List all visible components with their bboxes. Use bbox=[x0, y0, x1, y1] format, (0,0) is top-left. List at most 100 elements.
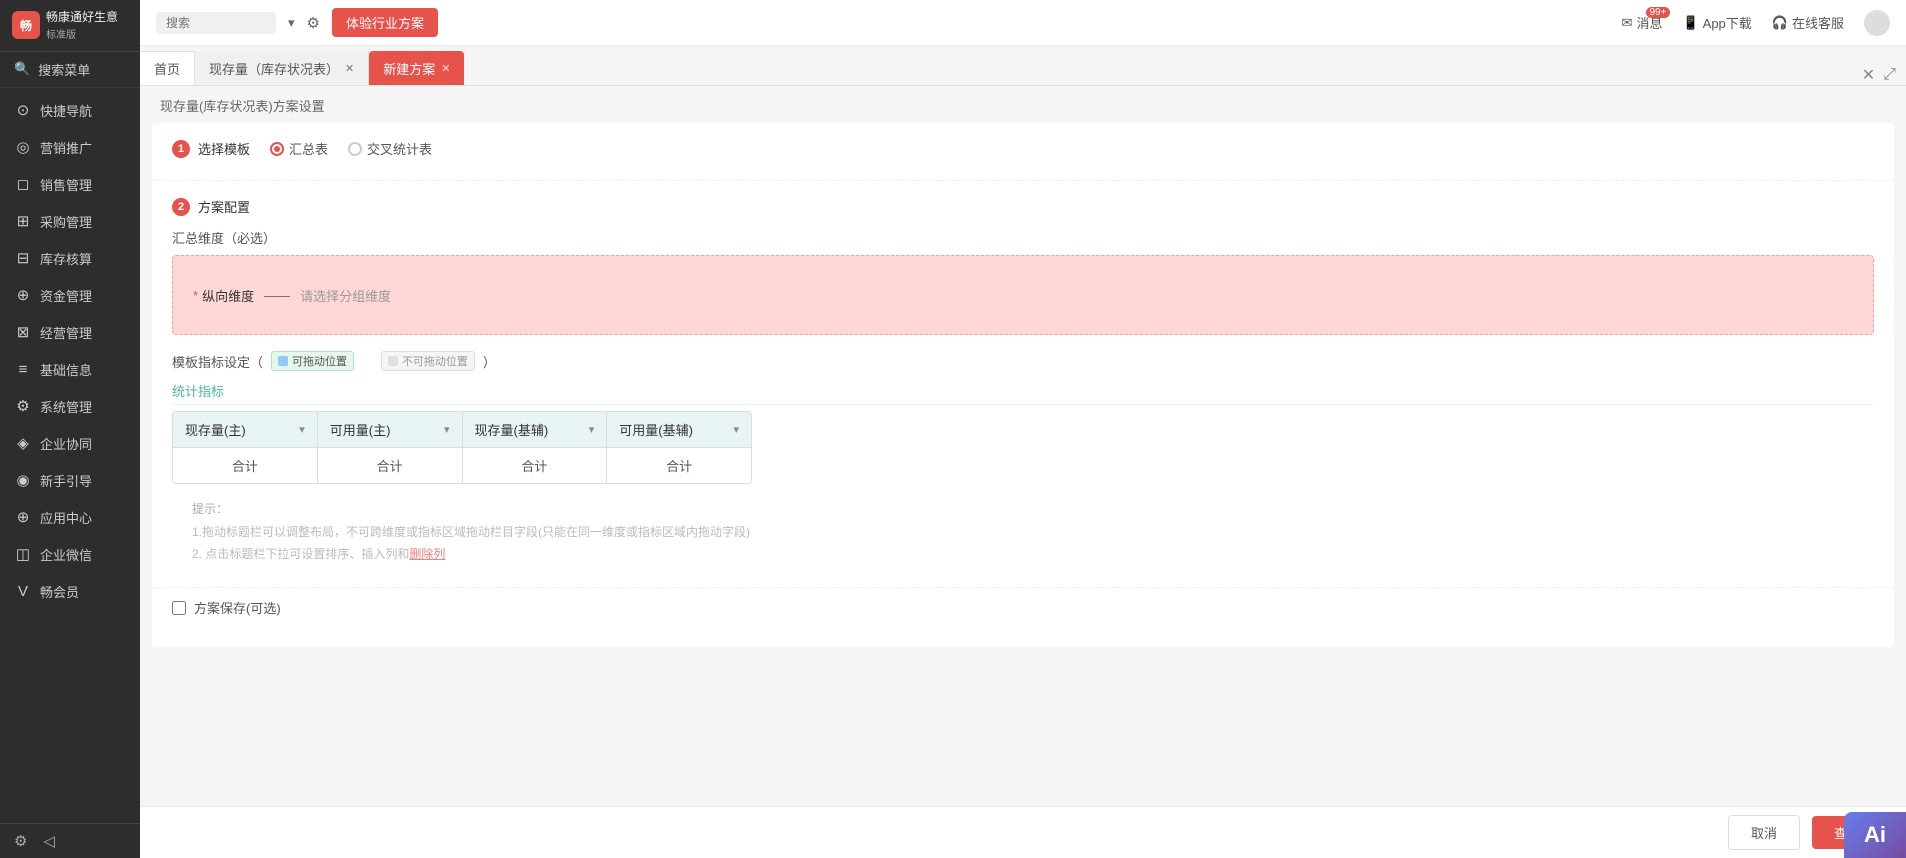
audio-icon[interactable]: ◁ bbox=[43, 832, 55, 850]
drag-badge: 可拖动位置 bbox=[271, 351, 354, 371]
tab-inventory-close[interactable]: ✕ bbox=[345, 62, 354, 75]
tab-inventory-label: 现存量（库存状况表） bbox=[209, 59, 339, 78]
app-center-icon: ⊕ bbox=[14, 508, 32, 526]
cancel-button[interactable]: 取消 bbox=[1728, 815, 1800, 850]
sidebar-item-label: 销售管理 bbox=[40, 175, 92, 194]
member-icon: V bbox=[14, 583, 32, 600]
footer-bar: 取消 查询 bbox=[140, 806, 1906, 858]
trial-btn[interactable]: 体验行业方案 bbox=[332, 8, 438, 37]
sales-icon: ◻ bbox=[14, 175, 32, 193]
header-label-0: 现存量(主) bbox=[185, 420, 246, 439]
step1-section: 1 选择模板 汇总表 交叉统计表 bbox=[152, 123, 1894, 181]
sidebar-item-label: 畅会员 bbox=[40, 582, 79, 601]
user-avatar[interactable] bbox=[1864, 10, 1890, 36]
dropdown-icon[interactable]: ▾ bbox=[288, 15, 295, 31]
service-btn[interactable]: 🎧 在线客服 bbox=[1772, 13, 1844, 32]
save-label: 方案保存(可选) bbox=[194, 598, 281, 617]
tip-item-1: 2. 点击标题栏下拉可设置排序、插入列和删除列 bbox=[192, 545, 1854, 563]
sidebar-item-finance[interactable]: ⊕ 资金管理 bbox=[0, 277, 140, 314]
message-btn[interactable]: ✉ 消息 99+ bbox=[1622, 13, 1663, 32]
save-checkbox[interactable] bbox=[172, 601, 186, 615]
tab-inventory-status[interactable]: 现存量（库存状况表） ✕ bbox=[195, 51, 369, 85]
sidebar-search[interactable]: 🔍 搜索菜单 bbox=[0, 52, 140, 88]
stats-header-row: 现存量(主) ▾ 可用量(主) ▾ 现存量(基辅) ▾ bbox=[173, 412, 751, 447]
stats-body-cell-3: 合计 bbox=[607, 448, 751, 483]
dim-dash: —— bbox=[264, 288, 290, 303]
tips-section: 提示： 1.拖动标题栏可以调整布局，不可跨维度或指标区域拖动栏目字段(只能在同一… bbox=[172, 490, 1874, 577]
tab-new-plan-close[interactable]: ✕ bbox=[441, 62, 450, 75]
sidebar-item-label: 应用中心 bbox=[40, 508, 92, 527]
dim-box: * 纵向维度 —— 请选择分组维度 bbox=[172, 255, 1874, 335]
sidebar: 畅 畅康通好生意 标准版 🔍 搜索菜单 ⊙ 快捷导航 ◎ 营销推广 ◻ 销售管理… bbox=[0, 0, 140, 858]
step2-title: 方案配置 bbox=[198, 197, 250, 216]
drag-label: 可拖动位置 bbox=[292, 353, 347, 369]
close-window-icon[interactable]: ✕ bbox=[1862, 65, 1875, 85]
sidebar-item-marketing[interactable]: ◎ 营销推广 bbox=[0, 129, 140, 166]
dim-label: 汇总维度（必选） bbox=[172, 228, 1874, 247]
sidebar-logo: 畅 畅康通好生意 标准版 bbox=[0, 0, 140, 52]
sidebar-item-cooperation[interactable]: ◈ 企业协同 bbox=[0, 425, 140, 462]
chevron-icon-0: ▾ bbox=[299, 423, 305, 436]
tab-home-label: 首页 bbox=[154, 59, 180, 78]
sidebar-item-purchase[interactable]: ⊞ 采购管理 bbox=[0, 203, 140, 240]
app-download-btn[interactable]: 📱 App下载 bbox=[1682, 13, 1751, 32]
header-label-1: 可用量(主) bbox=[330, 420, 391, 439]
sidebar-item-label: 采购管理 bbox=[40, 212, 92, 231]
content-area: 现存量(库存状况表)方案设置 1 选择模板 汇总表 交叉统计表 bbox=[140, 86, 1906, 806]
step2-section: 2 方案配置 汇总维度（必选） * 纵向维度 —— 请选择分组维度 模板指标设定… bbox=[152, 181, 1894, 588]
chevron-icon-3: ▾ bbox=[733, 423, 739, 436]
sidebar-item-system[interactable]: ⚙ 系统管理 bbox=[0, 388, 140, 425]
radio-summary[interactable]: 汇总表 bbox=[270, 139, 328, 158]
metric-label-prefix: 模板指标设定（ bbox=[172, 352, 263, 371]
message-badge: 99+ bbox=[1646, 7, 1671, 18]
stats-table: 现存量(主) ▾ 可用量(主) ▾ 现存量(基辅) ▾ bbox=[172, 411, 752, 484]
chevron-icon-1: ▾ bbox=[444, 423, 450, 436]
stats-header-cell-3[interactable]: 可用量(基辅) ▾ bbox=[607, 412, 751, 447]
tabbar: 首页 现存量（库存状况表） ✕ 新建方案 ✕ ✕ ⤢ bbox=[140, 46, 1906, 86]
expand-icon[interactable]: ⤢ bbox=[1883, 66, 1896, 84]
sidebar-item-new-guide[interactable]: ◉ 新手引导 bbox=[0, 462, 140, 499]
ai-badge[interactable]: Ai bbox=[1844, 812, 1906, 858]
app-name: 畅康通好生意 bbox=[46, 10, 118, 26]
radio-cross[interactable]: 交叉统计表 bbox=[348, 139, 432, 158]
sidebar-item-sales[interactable]: ◻ 销售管理 bbox=[0, 166, 140, 203]
chevron-icon-2: ▾ bbox=[589, 423, 595, 436]
sidebar-item-member[interactable]: V 畅会员 bbox=[0, 573, 140, 610]
radio-summary-dot bbox=[270, 142, 284, 156]
tab-home[interactable]: 首页 bbox=[140, 51, 195, 85]
sidebar-item-label: 资金管理 bbox=[40, 286, 92, 305]
topbar-search-input[interactable] bbox=[156, 12, 276, 34]
sidebar-item-label: 快捷导航 bbox=[40, 101, 92, 120]
stats-header-cell-2[interactable]: 现存量(基辅) ▾ bbox=[463, 412, 608, 447]
tabbar-controls: ✕ ⤢ bbox=[1862, 65, 1906, 85]
dim-required-star: * bbox=[193, 288, 198, 303]
settings-icon[interactable]: ⚙ bbox=[14, 832, 27, 850]
topbar-gear-icon[interactable]: ⚙ bbox=[307, 14, 320, 32]
stats-body-row: 合计 合计 合计 合计 bbox=[173, 447, 751, 483]
sidebar-item-label: 基础信息 bbox=[40, 360, 92, 379]
step1-number: 1 bbox=[172, 140, 190, 158]
operations-icon: ⊠ bbox=[14, 323, 32, 341]
tab-new-plan[interactable]: 新建方案 ✕ bbox=[369, 51, 464, 85]
stats-header-cell-0[interactable]: 现存量(主) ▾ bbox=[173, 412, 318, 447]
sidebar-item-basic-info[interactable]: ≡ 基础信息 bbox=[0, 351, 140, 388]
tip-delete-link[interactable]: 删除列 bbox=[409, 547, 445, 561]
tips-title: 提示： bbox=[192, 500, 1854, 517]
sidebar-item-label: 企业微信 bbox=[40, 545, 92, 564]
sidebar-item-quick-nav[interactable]: ⊙ 快捷导航 bbox=[0, 92, 140, 129]
sidebar-item-inventory[interactable]: ⊟ 库存核算 bbox=[0, 240, 140, 277]
sidebar-item-app-center[interactable]: ⊕ 应用中心 bbox=[0, 499, 140, 536]
dim-placeholder[interactable]: 请选择分组维度 bbox=[300, 286, 391, 305]
finance-icon: ⊕ bbox=[14, 286, 32, 304]
marketing-icon: ◎ bbox=[14, 138, 32, 156]
wechat-icon: ◫ bbox=[14, 545, 32, 563]
purchase-icon: ⊞ bbox=[14, 212, 32, 230]
sidebar-item-label: 经营管理 bbox=[40, 323, 92, 342]
cooperation-icon: ◈ bbox=[14, 434, 32, 452]
stats-header-cell-1[interactable]: 可用量(主) ▾ bbox=[318, 412, 463, 447]
radio-cross-label: 交叉统计表 bbox=[367, 139, 432, 158]
metric-label-suffix: ） bbox=[483, 352, 496, 371]
sidebar-item-operations[interactable]: ⊠ 经营管理 bbox=[0, 314, 140, 351]
app-edition: 标准版 bbox=[46, 26, 118, 41]
sidebar-item-wechat[interactable]: ◫ 企业微信 bbox=[0, 536, 140, 573]
